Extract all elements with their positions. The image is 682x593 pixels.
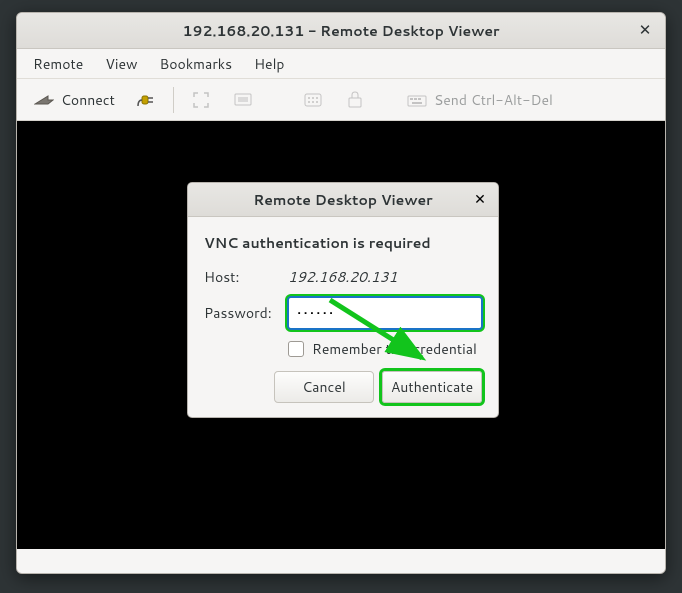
dialog-close-button[interactable]: ✕ <box>470 189 490 209</box>
password-label: Password: <box>204 303 278 323</box>
menubar: Remote View Bookmarks Help <box>17 49 665 79</box>
connect-icon <box>33 89 55 111</box>
connect-label: Connect <box>61 90 115 110</box>
menu-help[interactable]: Help <box>244 50 294 78</box>
password-row: Password: <box>204 297 482 329</box>
host-value: 192.168.20.131 <box>288 267 397 287</box>
menu-bookmarks[interactable]: Bookmarks <box>150 50 243 78</box>
cancel-button[interactable]: Cancel <box>274 371 374 403</box>
keyboard-icon <box>302 89 324 111</box>
connect-button[interactable]: Connect <box>25 85 123 115</box>
authenticate-button[interactable]: Authenticate <box>382 371 482 403</box>
dialog-heading: VNC authentication is required <box>204 233 482 253</box>
host-label: Host: <box>204 267 278 287</box>
lock-icon <box>344 89 366 111</box>
authenticate-label: Authenticate <box>391 377 473 397</box>
auth-dialog: Remote Desktop Viewer ✕ VNC authenticati… <box>187 182 499 418</box>
cancel-label: Cancel <box>302 377 346 397</box>
screenshot-button[interactable] <box>224 85 262 115</box>
screenshot-icon <box>232 89 254 111</box>
toolbar-separator <box>173 87 174 113</box>
dialog-titlebar: Remote Desktop Viewer ✕ <box>188 183 498 217</box>
statusbar <box>17 549 665 573</box>
window-title: 192.168.20.131 - Remote Desktop Viewer <box>182 21 499 41</box>
remember-label: Remember this credential <box>312 339 477 359</box>
dialog-title: Remote Desktop Viewer <box>253 190 432 210</box>
titlebar: 192.168.20.131 - Remote Desktop Viewer ✕ <box>17 13 665 49</box>
close-icon: ✕ <box>639 19 652 40</box>
disconnect-button[interactable] <box>127 85 165 115</box>
window-close-button[interactable]: ✕ <box>635 19 655 39</box>
plug-icon <box>135 89 157 111</box>
fullscreen-button[interactable] <box>182 85 220 115</box>
dialog-body: VNC authentication is required Host: 192… <box>188 217 498 417</box>
send-keys-icon <box>406 89 428 111</box>
password-input[interactable] <box>288 297 482 329</box>
remember-checkbox[interactable] <box>288 341 304 357</box>
send-cad-label: Send Ctrl-Alt-Del <box>434 90 553 110</box>
host-row: Host: 192.168.20.131 <box>204 267 482 287</box>
scaling-button[interactable] <box>336 85 374 115</box>
remember-row: Remember this credential <box>288 339 482 359</box>
toolbar: Connect <box>17 79 665 121</box>
close-icon: ✕ <box>474 189 486 209</box>
view-only-button[interactable] <box>294 85 332 115</box>
menu-remote[interactable]: Remote <box>23 50 93 78</box>
dialog-buttons: Cancel Authenticate <box>204 371 482 403</box>
fullscreen-icon <box>190 89 212 111</box>
send-cad-button[interactable]: Send Ctrl-Alt-Del <box>398 85 561 115</box>
menu-view[interactable]: View <box>95 50 147 78</box>
